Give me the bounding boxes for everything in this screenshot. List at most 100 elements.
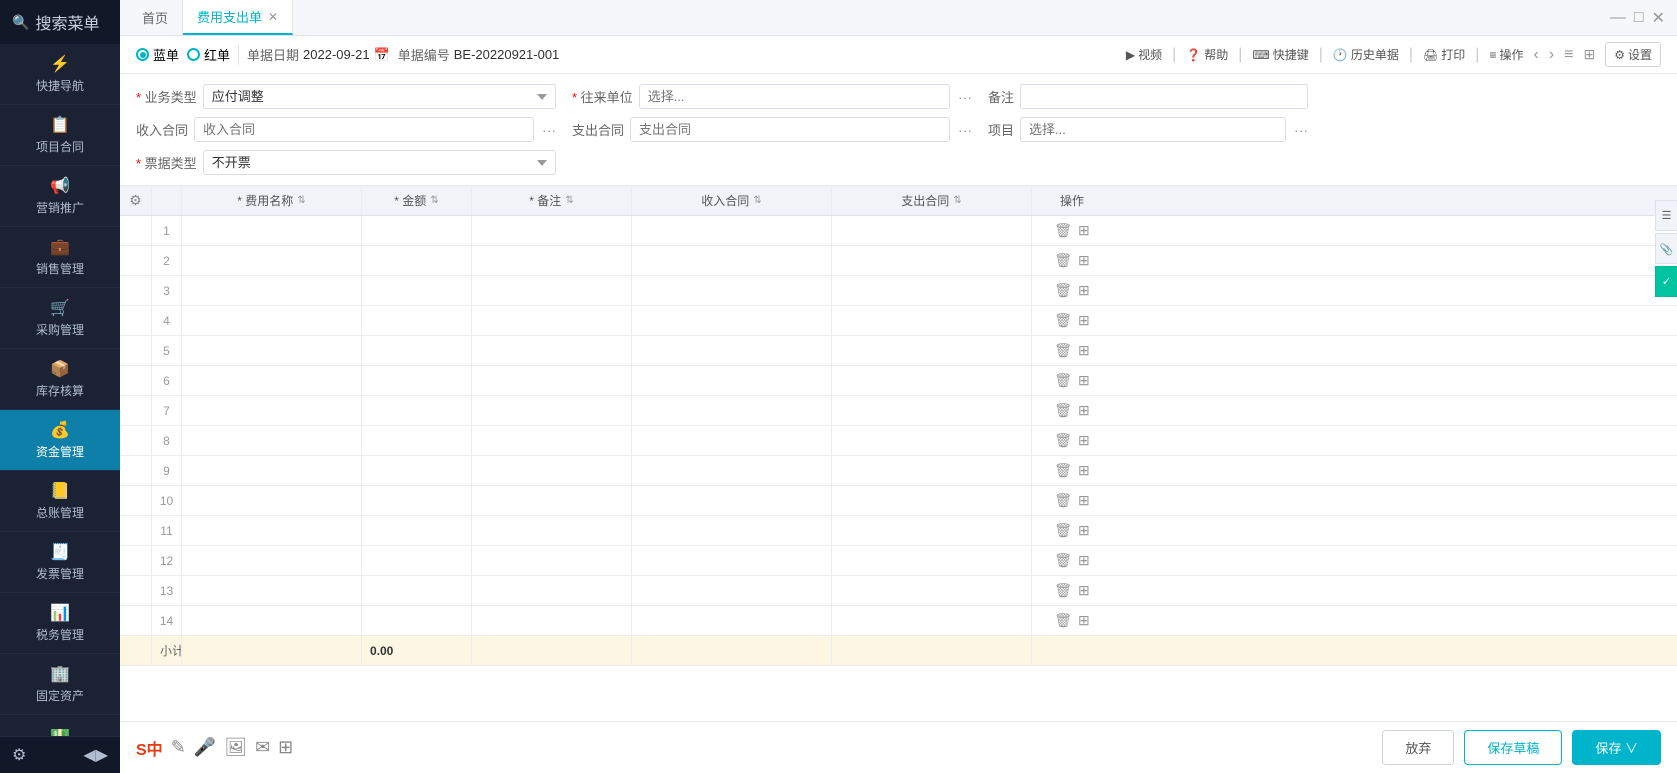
row-expense-contract[interactable] — [832, 396, 1032, 425]
delete-row-icon[interactable]: 🗑 — [1054, 492, 1072, 509]
row-remark[interactable] — [472, 276, 632, 305]
row-expense-name[interactable] — [182, 456, 362, 485]
action-shortcuts[interactable]: ⌨ 快捷键 — [1252, 46, 1308, 63]
row-income-contract[interactable] — [632, 276, 832, 305]
row-amount[interactable] — [362, 246, 472, 275]
row-amount[interactable] — [362, 546, 472, 575]
row-remark[interactable] — [472, 396, 632, 425]
row-expense-contract[interactable] — [832, 516, 1032, 545]
delete-row-icon[interactable]: 🗑 — [1054, 522, 1072, 539]
row-amount[interactable] — [362, 396, 472, 425]
sort-expense-name-icon[interactable]: ⇅ — [297, 195, 305, 206]
business-type-select[interactable]: 应付调整 — [203, 84, 556, 109]
row-remark[interactable] — [472, 546, 632, 575]
copy-row-icon[interactable]: ⊞ — [1078, 432, 1090, 449]
sidebar-item-invoice-mgmt[interactable]: 🧾 发票管理 — [0, 532, 120, 593]
mic-icon[interactable]: 🎤 — [194, 737, 216, 758]
action-history[interactable]: 🕐 历史单据 — [1333, 46, 1399, 63]
row-remark[interactable] — [472, 486, 632, 515]
expense-contract-input[interactable] — [630, 117, 950, 142]
income-contract-dots-icon[interactable]: ··· — [542, 122, 556, 138]
radio-red[interactable]: 红单 — [187, 45, 230, 64]
row-expense-name[interactable] — [182, 486, 362, 515]
config-gear-icon[interactable]: ⚙ — [129, 192, 142, 209]
project-dots-icon[interactable]: ··· — [1294, 122, 1308, 138]
row-expense-name[interactable] — [182, 276, 362, 305]
party-dots-icon[interactable]: ··· — [958, 89, 972, 105]
sidebar-item-fixed-assets[interactable]: 🏢 固定资产 — [0, 654, 120, 715]
row-amount[interactable] — [362, 366, 472, 395]
copy-row-icon[interactable]: ⊞ — [1078, 522, 1090, 539]
copy-row-icon[interactable]: ⊞ — [1078, 552, 1090, 569]
row-income-contract[interactable] — [632, 216, 832, 245]
row-amount[interactable] — [362, 576, 472, 605]
copy-row-icon[interactable]: ⊞ — [1078, 252, 1090, 269]
row-expense-contract[interactable] — [832, 366, 1032, 395]
action-print[interactable]: 🖨 打印 — [1423, 46, 1465, 63]
row-expense-contract[interactable] — [832, 546, 1032, 575]
radio-blue[interactable]: 蓝单 — [136, 45, 179, 64]
row-income-contract[interactable] — [632, 366, 832, 395]
row-remark[interactable] — [472, 426, 632, 455]
calendar-icon[interactable]: 📅 — [374, 47, 390, 63]
tab-expense-sheet[interactable]: 费用支出单 ✕ — [183, 0, 293, 35]
action-help[interactable]: ❓ 帮助 — [1186, 46, 1228, 63]
mail-icon[interactable]: ✉ — [255, 737, 270, 758]
delete-row-icon[interactable]: 🗑 — [1054, 462, 1072, 479]
project-input[interactable] — [1020, 117, 1286, 142]
row-income-contract[interactable] — [632, 336, 832, 365]
image-icon[interactable]: 🖼 — [224, 737, 247, 758]
row-amount[interactable] — [362, 336, 472, 365]
row-remark[interactable] — [472, 606, 632, 635]
copy-row-icon[interactable]: ⊞ — [1078, 282, 1090, 299]
row-expense-name[interactable] — [182, 546, 362, 575]
copy-row-icon[interactable]: ⊞ — [1078, 402, 1090, 419]
copy-row-icon[interactable]: ⊞ — [1078, 612, 1090, 629]
row-expense-name[interactable] — [182, 366, 362, 395]
delete-row-icon[interactable]: 🗑 — [1054, 342, 1072, 359]
list-view-icon[interactable]: ≡ — [1564, 46, 1573, 64]
nav-prev-icon[interactable]: ‹ — [1533, 46, 1538, 64]
row-expense-contract[interactable] — [832, 576, 1032, 605]
delete-row-icon[interactable]: 🗑 — [1054, 252, 1072, 269]
row-expense-contract[interactable] — [832, 246, 1032, 275]
edit-icon[interactable]: ✎ — [171, 737, 186, 758]
row-amount[interactable] — [362, 276, 472, 305]
sidebar-search[interactable]: 🔍 搜索菜单 — [0, 0, 120, 44]
tab-home[interactable]: 首页 — [128, 0, 183, 35]
grid-view-icon[interactable]: ⊞ — [1583, 46, 1595, 63]
row-amount[interactable] — [362, 216, 472, 245]
nav-next-icon[interactable]: › — [1549, 46, 1554, 64]
row-remark[interactable] — [472, 516, 632, 545]
sidebar-item-purchase-mgmt[interactable]: 🛒 采购管理 — [0, 288, 120, 349]
row-expense-contract[interactable] — [832, 606, 1032, 635]
copy-row-icon[interactable]: ⊞ — [1078, 372, 1090, 389]
col-remark[interactable]: * 备注 ⇅ — [472, 186, 632, 215]
col-amount[interactable]: * 金额 ⇅ — [362, 186, 472, 215]
copy-row-icon[interactable]: ⊞ — [1078, 582, 1090, 599]
delete-row-icon[interactable]: 🗑 — [1054, 312, 1072, 329]
number-value[interactable]: BE-20220921-001 — [454, 47, 560, 62]
sort-expense-contract-icon[interactable]: ⇅ — [953, 195, 961, 206]
sort-remark-icon[interactable]: ⇅ — [565, 195, 573, 206]
sidebar-item-quick-nav[interactable]: ⚡ 快捷导航 — [0, 44, 120, 105]
sidebar-item-tax-mgmt[interactable]: 📊 税务管理 — [0, 593, 120, 654]
income-contract-input[interactable] — [194, 117, 534, 142]
invoice-type-select[interactable]: 不开票 — [203, 150, 556, 175]
row-expense-name[interactable] — [182, 396, 362, 425]
col-expense-contract[interactable]: 支出合同 ⇅ — [832, 186, 1032, 215]
delete-row-icon[interactable]: 🗑 — [1054, 552, 1072, 569]
row-income-contract[interactable] — [632, 456, 832, 485]
action-video[interactable]: ▶ 视频 — [1126, 46, 1162, 63]
col-income-contract[interactable]: 收入合同 ⇅ — [632, 186, 832, 215]
row-income-contract[interactable] — [632, 546, 832, 575]
delete-row-icon[interactable]: 🗑 — [1054, 582, 1072, 599]
sidebar-item-sales-promotion[interactable]: 📢 营销推广 — [0, 166, 120, 227]
row-income-contract[interactable] — [632, 396, 832, 425]
row-expense-contract[interactable] — [832, 456, 1032, 485]
side-panel-btn-2[interactable]: 📎 — [1655, 233, 1677, 264]
side-panel-btn-3[interactable]: ✓ — [1655, 266, 1677, 297]
col-config[interactable]: ⚙ — [120, 186, 152, 215]
window-minimize-icon[interactable]: — — [1606, 9, 1630, 27]
row-income-contract[interactable] — [632, 516, 832, 545]
